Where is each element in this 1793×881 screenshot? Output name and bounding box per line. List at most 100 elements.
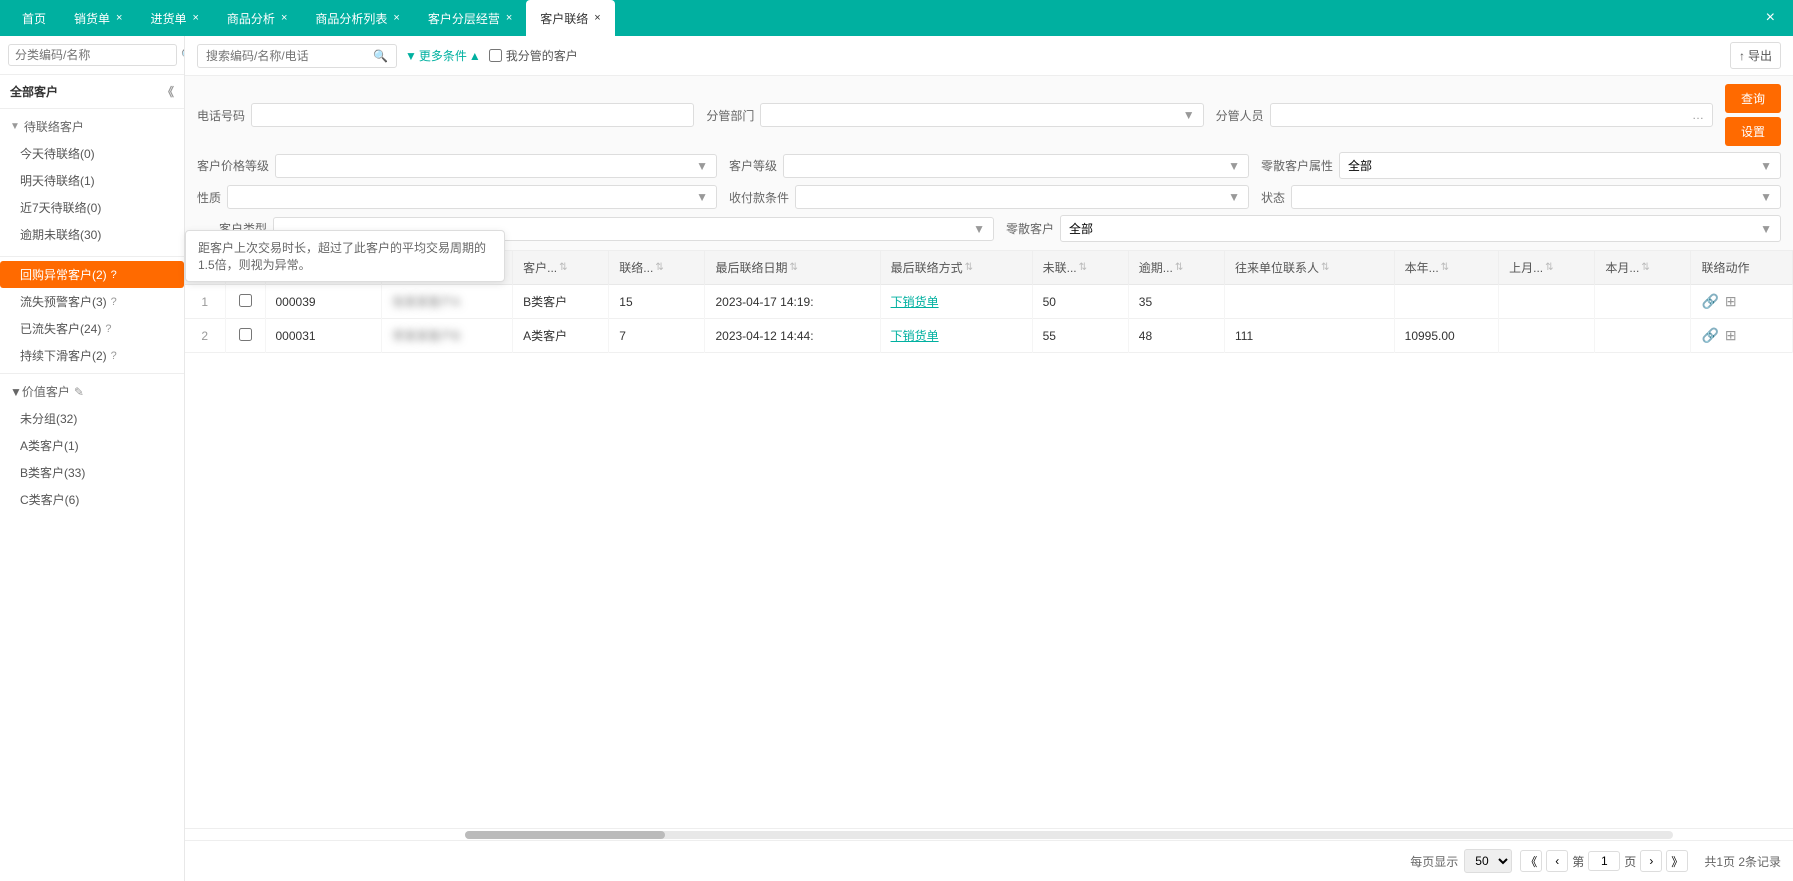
row2-checkbox[interactable] bbox=[225, 319, 265, 353]
data-table-area: ⚙ 客户编码⇅ 客户名称⇅ 客户...⇅ 联络...⇅ bbox=[185, 251, 1793, 828]
help-icon-2[interactable]: ? bbox=[111, 296, 117, 308]
sort-type-icon[interactable]: ⇅ bbox=[559, 262, 567, 273]
person-select[interactable]: … bbox=[1270, 103, 1713, 127]
gender-arrow-icon: ▼ bbox=[696, 190, 708, 204]
retail-attr-select[interactable]: 全部 ▼ bbox=[1339, 152, 1781, 179]
price-grade-filter: 客户价格等级 ▼ bbox=[197, 154, 717, 178]
row1-check[interactable] bbox=[239, 294, 252, 307]
row2-check[interactable] bbox=[239, 328, 252, 341]
row2-last-date: 2023-04-12 14:44: bbox=[705, 319, 880, 353]
close-customer-contact[interactable]: × bbox=[594, 12, 600, 24]
th-last-contact-date: 最后联络日期⇅ bbox=[705, 251, 880, 285]
help-icon-3[interactable]: ? bbox=[105, 323, 111, 335]
sidebar-item-churn-warning[interactable]: 流失预警客户(3) ? bbox=[0, 288, 184, 315]
sidebar-item-tomorrow[interactable]: 明天待联络(1) bbox=[0, 167, 184, 194]
top-navigation: 首页 销货单 × 进货单 × 商品分析 × 商品分析列表 × 客户分层经营 × … bbox=[0, 0, 1793, 36]
close-product-analysis-list[interactable]: × bbox=[393, 12, 399, 24]
close-purchase-order[interactable]: × bbox=[192, 12, 198, 24]
sidebar-item-churned[interactable]: 已流失客户(24) ? bbox=[0, 315, 184, 342]
horizontal-scrollbar[interactable] bbox=[185, 828, 1793, 840]
row2-link-icon[interactable]: 🔗 bbox=[1701, 327, 1718, 344]
retail-customer-select[interactable]: 全部 ▼ bbox=[1060, 215, 1781, 242]
person-filter: 分管人员 … bbox=[1216, 103, 1713, 127]
help-icon-4[interactable]: ? bbox=[111, 350, 117, 362]
row2-grid-icon[interactable]: ⊞ bbox=[1725, 327, 1737, 344]
sidebar-search-input[interactable] bbox=[8, 44, 177, 66]
close-customer-segment[interactable]: × bbox=[506, 12, 512, 24]
sidebar-item-overdue[interactable]: 逾期未联络(30) bbox=[0, 221, 184, 248]
payment-select[interactable]: ▼ bbox=[795, 185, 1249, 209]
sort-method-icon[interactable]: ⇅ bbox=[965, 262, 973, 273]
close-product-analysis[interactable]: × bbox=[281, 12, 287, 24]
close-sales-order[interactable]: × bbox=[116, 12, 122, 24]
search-input[interactable] bbox=[206, 49, 373, 63]
row2-index: 2 bbox=[185, 319, 225, 353]
row2-last-method[interactable]: 下销货单 bbox=[880, 319, 1032, 353]
sidebar-value-group-title[interactable]: ▼ 价值客户 ✎ bbox=[0, 378, 184, 405]
price-grade-select[interactable]: ▼ bbox=[275, 154, 717, 178]
help-icon-1[interactable]: ? bbox=[111, 269, 117, 281]
row1-last-method[interactable]: 下销货单 bbox=[880, 285, 1032, 319]
sidebar-item-declining[interactable]: 持续下滑客户(2) ? bbox=[0, 342, 184, 369]
last-page-btn[interactable]: 》 bbox=[1666, 850, 1688, 872]
row2-action: 🔗 ⊞ bbox=[1691, 319, 1793, 353]
dept-select[interactable]: ▼ bbox=[760, 103, 1203, 127]
sort-date-icon[interactable]: ⇅ bbox=[789, 262, 797, 273]
customer-type-arrow-icon: ▼ bbox=[973, 222, 985, 236]
nav-customer-contact[interactable]: 客户联络 × bbox=[526, 0, 614, 36]
settings-button[interactable]: 设置 bbox=[1725, 117, 1781, 146]
nav-home[interactable]: 首页 bbox=[8, 0, 60, 36]
th-last-month: 上月...⇅ bbox=[1499, 251, 1595, 285]
query-button[interactable]: 查询 bbox=[1725, 84, 1781, 113]
sidebar-pending-contact-title[interactable]: ▼ 待联络客户 bbox=[0, 113, 184, 140]
th-contact-count: 联络...⇅ bbox=[609, 251, 705, 285]
sidebar-item-7days[interactable]: 近7天待联络(0) bbox=[0, 194, 184, 221]
gender-select[interactable]: ▼ bbox=[227, 185, 717, 209]
nav-customer-segment[interactable]: 客户分层经营 × bbox=[414, 0, 526, 36]
row1-last-month bbox=[1499, 285, 1595, 319]
sidebar-item-b-class[interactable]: B类客户(33) bbox=[0, 459, 184, 486]
nav-product-analysis-list[interactable]: 商品分析列表 × bbox=[301, 0, 413, 36]
pagination-controls: 《 ‹ 第 页 › 》 bbox=[1520, 850, 1688, 872]
first-page-btn[interactable]: 《 bbox=[1520, 850, 1542, 872]
phone-input[interactable] bbox=[251, 103, 694, 127]
sort-contact-icon[interactable]: ⇅ bbox=[655, 262, 663, 273]
sort-last-month-icon[interactable]: ⇅ bbox=[1545, 262, 1553, 273]
row2-contact: 7 bbox=[609, 319, 705, 353]
row1-checkbox[interactable] bbox=[225, 285, 265, 319]
sort-not-contacted-icon[interactable]: ⇅ bbox=[1079, 262, 1087, 273]
row1-name: 张某某客户A bbox=[382, 285, 513, 319]
sidebar-pending-contact-group: ▼ 待联络客户 今天待联络(0) 明天待联络(1) 近7天待联络(0) 逾期未联… bbox=[0, 109, 184, 252]
my-customers-checkbox[interactable] bbox=[489, 49, 502, 62]
row1-link-icon[interactable]: 🔗 bbox=[1701, 293, 1718, 310]
nav-sales-order[interactable]: 销货单 × bbox=[60, 0, 136, 36]
sidebar-collapse-btn[interactable]: 《 bbox=[162, 83, 174, 100]
nav-purchase-order[interactable]: 进货单 × bbox=[136, 0, 212, 36]
nav-product-analysis[interactable]: 商品分析 × bbox=[213, 0, 301, 36]
row1-type: B类客户 bbox=[513, 285, 609, 319]
sidebar-item-today[interactable]: 今天待联络(0) bbox=[0, 140, 184, 167]
customer-grade-select[interactable]: ▼ bbox=[783, 154, 1249, 178]
row1-this-year bbox=[1394, 285, 1498, 319]
search-icon[interactable]: 🔍 bbox=[373, 49, 388, 63]
sidebar-item-unclassified[interactable]: 未分组(32) bbox=[0, 405, 184, 432]
scroll-thumb[interactable] bbox=[465, 831, 665, 839]
close-all-tabs[interactable]: × bbox=[1756, 9, 1785, 27]
export-button[interactable]: ↑ 导出 bbox=[1730, 42, 1781, 69]
sidebar-item-a-class[interactable]: A类客户(1) bbox=[0, 432, 184, 459]
sort-overdue-icon[interactable]: ⇅ bbox=[1175, 262, 1183, 273]
sort-this-year-icon[interactable]: ⇅ bbox=[1441, 262, 1449, 273]
sidebar-all-customers[interactable]: 全部客户 《 bbox=[0, 75, 184, 109]
sidebar-item-repurchase-abnormal[interactable]: 回购异常客户(2) ? bbox=[0, 261, 184, 288]
next-page-btn[interactable]: › bbox=[1640, 850, 1662, 872]
sort-this-month-icon[interactable]: ⇅ bbox=[1641, 262, 1649, 273]
status-select[interactable]: ▼ bbox=[1291, 185, 1781, 209]
page-number-input[interactable] bbox=[1588, 851, 1620, 871]
sidebar-item-c-class[interactable]: C类客户(6) bbox=[0, 486, 184, 513]
row1-grid-icon[interactable]: ⊞ bbox=[1725, 293, 1737, 310]
sort-contact-person-icon[interactable]: ⇅ bbox=[1321, 262, 1329, 273]
value-group-edit-icon[interactable]: ✎ bbox=[74, 385, 84, 399]
per-page-select[interactable]: 50 bbox=[1464, 849, 1512, 873]
prev-page-btn[interactable]: ‹ bbox=[1546, 850, 1568, 872]
more-conditions-btn[interactable]: ▼ 更多条件 ▲ bbox=[405, 47, 481, 64]
